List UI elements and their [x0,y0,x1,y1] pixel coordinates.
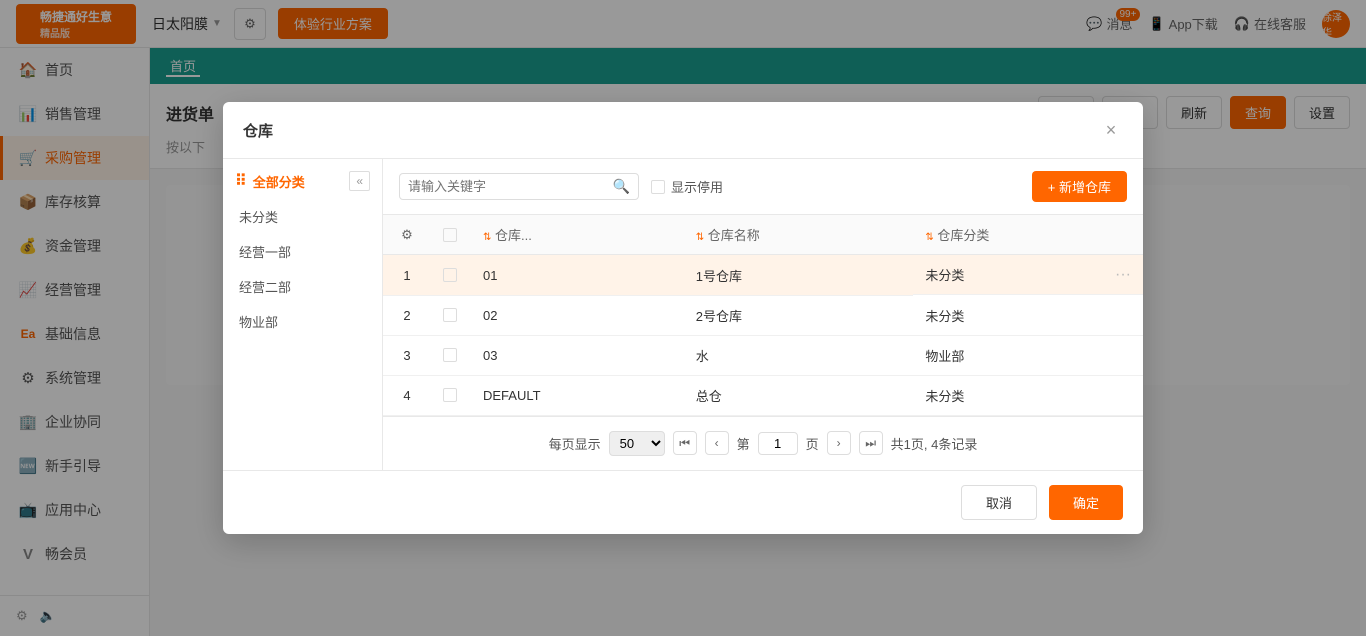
table-container[interactable]: ⚙ ⇅ 仓库... ⇅ [383,215,1143,416]
all-categories-button[interactable]: ⠿ 全部分类 [235,171,305,191]
search-icon: 🔍 [613,178,630,195]
last-page-button[interactable]: ⏭ [859,431,883,455]
dialog-header: 仓库 × [223,102,1143,159]
row-checkbox[interactable] [443,268,457,282]
col-code: ⇅ 仓库... [471,215,684,255]
row-category: 未分类 [913,295,1143,335]
row-category: 未分类 [913,375,1143,415]
table-row[interactable]: 1 01 1号仓库 未分类 ··· [383,255,1143,296]
row-index: 2 [383,295,431,335]
col-category: ⇅ 仓库分类 [913,215,1143,255]
row-checkbox-cell [431,375,471,415]
table-row[interactable]: 3 03 水 物业部 [383,335,1143,375]
category-header: ⠿ 全部分类 « [223,171,382,199]
row-code: DEFAULT [471,375,684,415]
category-panel: ⠿ 全部分类 « 未分类 经营一部 经营二部 物业部 [223,159,383,470]
row-actions-icon[interactable]: ··· [1115,266,1131,284]
show-disabled-checkbox[interactable] [651,180,665,194]
table-header: ⚙ ⇅ 仓库... ⇅ [383,215,1143,255]
prev-page-button[interactable]: ‹ [705,431,729,455]
col-settings: ⚙ [383,215,431,255]
search-box: 🔍 [399,173,639,200]
row-category: 未分类 ··· [913,255,1143,295]
category-item-dept1[interactable]: 经营一部 [223,234,382,269]
row-category: 物业部 [913,335,1143,375]
first-page-button[interactable]: ⏮ [673,431,697,455]
collapse-button[interactable]: « [349,171,370,191]
dialog-body: ⠿ 全部分类 « 未分类 经营一部 经营二部 物业部 🔍 [223,159,1143,470]
sort-icon: ⇅ [483,232,491,243]
column-settings-icon[interactable]: ⚙ [401,227,413,242]
sort-icon-cat: ⇅ [925,232,933,243]
page-number-input[interactable] [758,432,798,455]
row-checkbox-cell [431,255,471,296]
row-index: 3 [383,335,431,375]
table-row[interactable]: 4 DEFAULT 总仓 未分类 [383,375,1143,415]
warehouse-table: ⚙ ⇅ 仓库... ⇅ [383,215,1143,416]
dialog-close-button[interactable]: × [1099,118,1123,142]
category-item-dept2[interactable]: 经营二部 [223,269,382,304]
row-name: 水 [684,335,914,375]
row-checkbox[interactable] [443,348,457,362]
row-checkbox[interactable] [443,388,457,402]
table-body: 1 01 1号仓库 未分类 ··· [383,255,1143,416]
row-checkbox[interactable] [443,308,457,322]
pagination: 每页显示 50 10 20 100 ⏮ ‹ 第 页 › ⏭ 共1页, 4条记录 [383,416,1143,470]
row-name: 2号仓库 [684,295,914,335]
modal-overlay[interactable]: 仓库 × ⠿ 全部分类 « 未分类 经营一部 经营二部 物业部 [0,0,1366,636]
dialog-title: 仓库 [243,120,273,141]
category-item-property[interactable]: 物业部 [223,304,382,339]
show-disabled-toggle[interactable]: 显示停用 [651,177,723,196]
row-code: 03 [471,335,684,375]
row-checkbox-cell [431,335,471,375]
table-panel: 🔍 显示停用 + 新增仓库 ⚙ [383,159,1143,470]
row-index: 4 [383,375,431,415]
row-index: 1 [383,255,431,296]
col-checkbox [431,215,471,255]
table-row[interactable]: 2 02 2号仓库 未分类 [383,295,1143,335]
cancel-button[interactable]: 取消 [961,485,1037,520]
row-checkbox-cell [431,295,471,335]
category-item-unclassified[interactable]: 未分类 [223,199,382,234]
table-toolbar: 🔍 显示停用 + 新增仓库 [383,159,1143,215]
row-name: 总仓 [684,375,914,415]
select-all-checkbox[interactable] [443,228,457,242]
next-page-button[interactable]: › [827,431,851,455]
confirm-button[interactable]: 确定 [1049,485,1123,520]
per-page-select[interactable]: 50 10 20 100 [609,431,665,456]
row-code: 01 [471,255,684,296]
grid-icon: ⠿ [235,171,247,191]
search-input[interactable] [408,179,607,194]
warehouse-dialog: 仓库 × ⠿ 全部分类 « 未分类 经营一部 经营二部 物业部 [223,102,1143,534]
col-name: ⇅ 仓库名称 [684,215,914,255]
sort-icon-name: ⇅ [696,232,704,243]
dialog-footer: 取消 确定 [223,470,1143,534]
add-warehouse-button[interactable]: + 新增仓库 [1032,171,1127,202]
row-name: 1号仓库 [684,255,914,296]
row-code: 02 [471,295,684,335]
